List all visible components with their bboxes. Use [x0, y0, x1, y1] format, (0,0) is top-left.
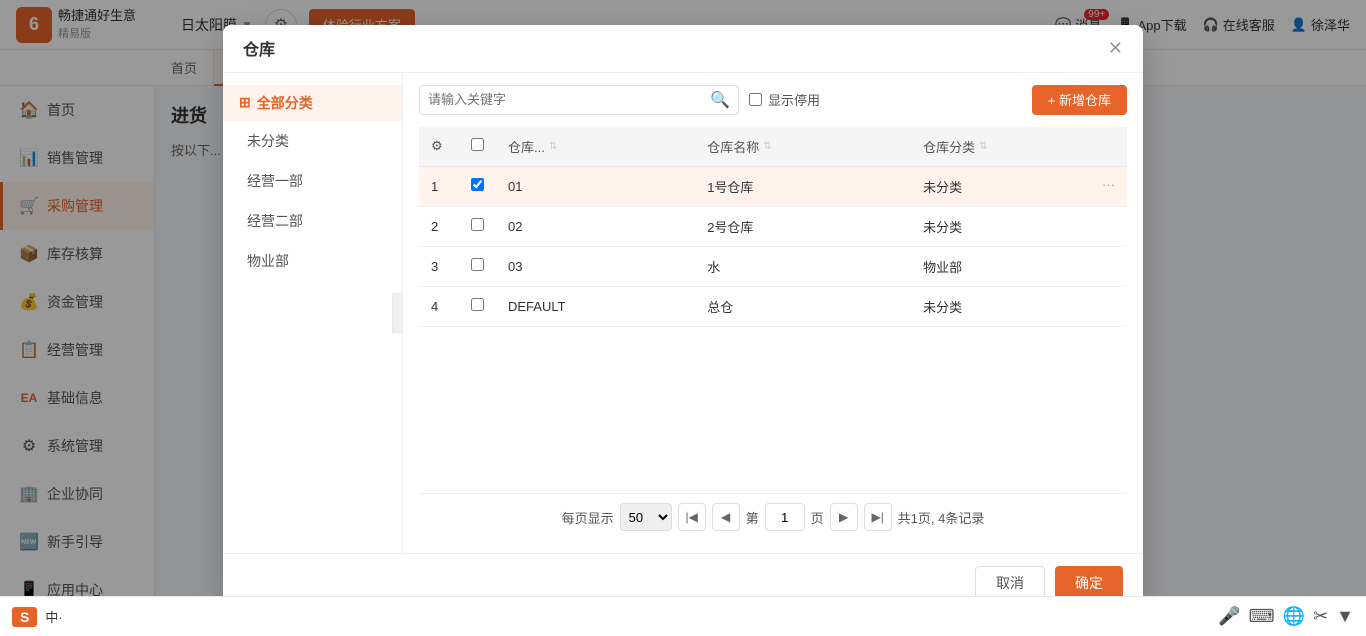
bottom-logo: S	[12, 607, 37, 627]
category-item-property[interactable]: 物业部	[223, 241, 402, 281]
cell-name: 水	[695, 246, 911, 286]
settings-icon: ⚙	[431, 138, 443, 153]
cut-icon[interactable]: ✂	[1313, 606, 1328, 627]
search-input[interactable]	[428, 92, 710, 107]
language-icon[interactable]: 🌐	[1283, 606, 1305, 627]
sort-icon-name: ⇅	[763, 141, 771, 152]
page-number-input[interactable]: 1	[765, 503, 805, 531]
warehouse-table: ⚙ 仓库... ⇅	[419, 127, 1127, 327]
table-row[interactable]: 2 02 2号仓库 未分类	[419, 206, 1127, 246]
table-row[interactable]: 3 03 水 物业部	[419, 246, 1127, 286]
sort-icon-code: ⇅	[549, 141, 557, 152]
dialog-main-content: 🔍 显示停用 + 新增仓库 ⚙	[403, 73, 1143, 553]
cell-category: 物业部	[911, 246, 1127, 286]
cell-index: 3	[419, 246, 459, 286]
row-checkbox[interactable]	[471, 258, 484, 271]
dialog-toolbar: 🔍 显示停用 + 新增仓库	[419, 85, 1127, 115]
bottom-icons: 🎤 ⌨ 🌐 ✂ ▼	[1218, 606, 1354, 627]
pagination: 每页显示 50 100 |◀ ◀ 第 1 页 ▶ ▶| 共1页, 4条记录	[419, 493, 1127, 541]
confirm-button[interactable]: 确定	[1055, 566, 1123, 600]
expand-icon[interactable]: ▼	[1336, 606, 1354, 627]
bottom-bar: S 中· 🎤 ⌨ 🌐 ✂ ▼	[0, 596, 1366, 636]
sort-code[interactable]: 仓库... ⇅	[508, 137, 683, 156]
cell-index: 4	[419, 286, 459, 326]
cell-code: DEFAULT	[496, 286, 695, 326]
cancel-button[interactable]: 取消	[975, 566, 1045, 600]
dialog-overlay: 仓库 ✕ ⊞ 全部分类 未分类 经营一部 经营二部	[0, 0, 1366, 636]
cell-category: 未分类	[911, 286, 1127, 326]
cell-index: 1	[419, 166, 459, 206]
category-collapse-button[interactable]: 《	[392, 293, 403, 333]
cell-checkbox[interactable]	[459, 286, 496, 326]
category-item-ops2[interactable]: 经营二部	[223, 201, 402, 241]
search-box: 🔍	[419, 85, 739, 115]
show-disabled-label: 显示停用	[749, 90, 820, 109]
page-first-button[interactable]: |◀	[678, 503, 706, 531]
cell-code: 02	[496, 206, 695, 246]
dialog-close-button[interactable]: ✕	[1108, 38, 1123, 59]
cell-category: 未分类···	[911, 166, 1127, 206]
table-container: ⚙ 仓库... ⇅	[419, 127, 1127, 493]
keyboard-icon[interactable]: ⌨	[1249, 606, 1275, 627]
cell-checkbox[interactable]	[459, 246, 496, 286]
cell-code: 03	[496, 246, 695, 286]
cell-index: 2	[419, 206, 459, 246]
page-prev-button[interactable]: ◀	[712, 503, 740, 531]
dialog-body: ⊞ 全部分类 未分类 经营一部 经营二部 物业部 《	[223, 73, 1143, 553]
table-row[interactable]: 1 01 1号仓库 未分类···	[419, 166, 1127, 206]
category-item-uncategorized[interactable]: 未分类	[223, 121, 402, 161]
th-settings: ⚙	[419, 127, 459, 167]
search-icon: 🔍	[710, 90, 730, 110]
dialog-title: 仓库	[243, 36, 275, 60]
show-disabled-checkbox[interactable]	[749, 93, 762, 106]
table-header-row: ⚙ 仓库... ⇅	[419, 127, 1127, 167]
table-row[interactable]: 4 DEFAULT 总仓 未分类	[419, 286, 1127, 326]
category-sidebar: ⊞ 全部分类 未分类 经营一部 经营二部 物业部 《	[223, 73, 403, 553]
cell-name: 总仓	[695, 286, 911, 326]
select-all-checkbox[interactable]	[471, 138, 484, 151]
row-checkbox[interactable]	[471, 218, 484, 231]
per-page-select[interactable]: 50 100	[620, 503, 672, 531]
cell-checkbox[interactable]	[459, 166, 496, 206]
mic-icon[interactable]: 🎤	[1218, 606, 1240, 627]
page-next-button[interactable]: ▶	[830, 503, 858, 531]
dialog-header: 仓库 ✕	[223, 25, 1143, 73]
sort-name[interactable]: 仓库名称 ⇅	[707, 137, 899, 156]
sort-category[interactable]: 仓库分类 ⇅	[923, 137, 1115, 156]
row-checkbox[interactable]	[471, 298, 484, 311]
cell-name: 2号仓库	[695, 206, 911, 246]
th-checkbox	[459, 127, 496, 167]
category-item-ops1[interactable]: 经营一部	[223, 161, 402, 201]
row-more-button[interactable]: ···	[1102, 177, 1115, 192]
cell-category: 未分类	[911, 206, 1127, 246]
add-warehouse-button[interactable]: + 新增仓库	[1032, 85, 1127, 115]
th-code: 仓库... ⇅	[496, 127, 695, 167]
cell-checkbox[interactable]	[459, 206, 496, 246]
bottom-text: 中·	[45, 607, 62, 626]
grid-icon: ⊞	[239, 94, 251, 111]
sort-icon-category: ⇅	[979, 141, 987, 152]
row-checkbox[interactable]	[471, 178, 484, 191]
th-name: 仓库名称 ⇅	[695, 127, 911, 167]
cell-code: 01	[496, 166, 695, 206]
page-last-button[interactable]: ▶|	[864, 503, 892, 531]
category-header[interactable]: ⊞ 全部分类	[223, 85, 402, 121]
warehouse-dialog: 仓库 ✕ ⊞ 全部分类 未分类 经营一部 经营二部	[223, 25, 1143, 612]
th-category: 仓库分类 ⇅	[911, 127, 1127, 167]
cell-name: 1号仓库	[695, 166, 911, 206]
